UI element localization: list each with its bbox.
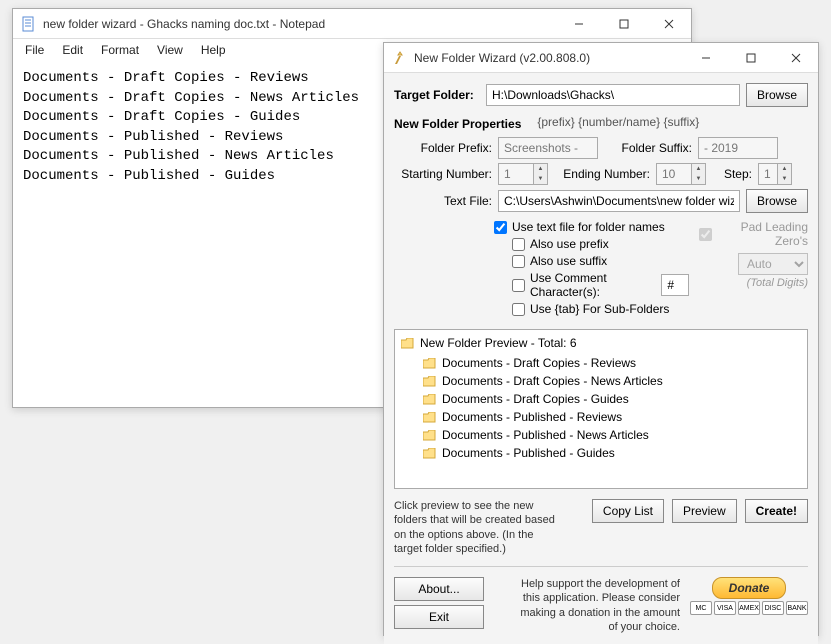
folder-icon <box>423 430 436 441</box>
prefix-label: Folder Prefix: <box>394 141 492 155</box>
preview-item[interactable]: Documents - Draft Copies - Reviews <box>423 354 801 372</box>
cb-pad-zeros-label: Pad Leading Zero's <box>717 220 808 248</box>
folder-icon <box>423 394 436 405</box>
folder-icon <box>423 376 436 387</box>
preview-box: New Folder Preview - Total: 6 Documents … <box>394 329 808 489</box>
wizard-icon <box>392 50 408 66</box>
preview-item-label: Documents - Draft Copies - Guides <box>442 392 629 406</box>
cb-use-textfile[interactable] <box>494 221 507 234</box>
card-icon: DISC <box>762 601 784 615</box>
about-button[interactable]: About... <box>394 577 484 601</box>
card-icon: MC <box>690 601 712 615</box>
card-icon: VISA <box>714 601 736 615</box>
cb-also-suffix-label: Also use suffix <box>530 254 607 268</box>
preview-button[interactable]: Preview <box>672 499 737 523</box>
target-folder-input[interactable] <box>486 84 740 106</box>
folder-icon <box>423 358 436 369</box>
textfile-label: Text File: <box>394 194 492 208</box>
exit-button[interactable]: Exit <box>394 605 484 629</box>
cb-tab-subfolders-label: Use {tab} For Sub-Folders <box>530 302 669 316</box>
minimize-button[interactable] <box>683 43 728 73</box>
wizard-title: New Folder Wizard (v2.00.808.0) <box>414 51 683 65</box>
preview-item-label: Documents - Published - Guides <box>442 446 615 460</box>
close-button[interactable] <box>773 43 818 73</box>
payment-cards: MCVISAAMEXDISCBANK <box>690 601 808 615</box>
preview-item[interactable]: Documents - Published - Guides <box>423 444 801 462</box>
card-icon: AMEX <box>738 601 760 615</box>
browse-textfile-button[interactable]: Browse <box>746 189 808 213</box>
properties-hint: {prefix} {number/name} {suffix} <box>537 115 699 129</box>
textfile-input[interactable] <box>498 190 740 212</box>
donate-help-text: Help support the development of this app… <box>510 577 680 634</box>
preview-item-label: Documents - Draft Copies - Reviews <box>442 356 636 370</box>
step-label: Step: <box>718 167 752 181</box>
folder-icon <box>423 412 436 423</box>
menu-view[interactable]: View <box>149 41 191 59</box>
spinner-icon[interactable]: ▲▼ <box>691 164 705 184</box>
preview-item[interactable]: Documents - Published - News Articles <box>423 426 801 444</box>
preview-item-label: Documents - Draft Copies - News Articles <box>442 374 663 388</box>
cb-also-prefix-label: Also use prefix <box>530 237 609 251</box>
preview-header-text: New Folder Preview - Total: 6 <box>420 336 577 350</box>
cb-tab-subfolders[interactable] <box>512 303 525 316</box>
notepad-icon <box>21 16 37 32</box>
cb-also-prefix[interactable] <box>512 238 525 251</box>
suffix-label: Folder Suffix: <box>612 141 692 155</box>
browse-target-button[interactable]: Browse <box>746 83 808 107</box>
cb-comment-char[interactable] <box>512 279 525 292</box>
preview-item[interactable]: Documents - Published - Reviews <box>423 408 801 426</box>
preview-item[interactable]: Documents - Draft Copies - Guides <box>423 390 801 408</box>
menu-format[interactable]: Format <box>93 41 147 59</box>
menu-edit[interactable]: Edit <box>54 41 91 59</box>
folder-icon <box>423 448 436 459</box>
preview-help-text: Click preview to see the new folders tha… <box>394 499 564 556</box>
preview-item-label: Documents - Published - Reviews <box>442 410 622 424</box>
properties-title: New Folder Properties <box>394 117 521 131</box>
notepad-title: new folder wizard - Ghacks naming doc.tx… <box>43 17 556 31</box>
card-icon: BANK <box>786 601 808 615</box>
end-num-label: Ending Number: <box>560 167 650 181</box>
close-button[interactable] <box>646 9 691 39</box>
total-digits-label: (Total Digits) <box>699 277 808 289</box>
start-num-label: Starting Number: <box>394 167 492 181</box>
comment-char-input[interactable] <box>661 274 689 296</box>
create-button[interactable]: Create! <box>745 499 808 523</box>
cb-pad-zeros <box>699 228 712 241</box>
maximize-button[interactable] <box>601 9 646 39</box>
folder-icon <box>401 338 414 349</box>
maximize-button[interactable] <box>728 43 773 73</box>
preview-item-label: Documents - Published - News Articles <box>442 428 649 442</box>
menu-help[interactable]: Help <box>193 41 234 59</box>
preview-item[interactable]: Documents - Draft Copies - News Articles <box>423 372 801 390</box>
spinner-icon[interactable]: ▲▼ <box>777 164 791 184</box>
auto-select: Auto <box>738 253 808 275</box>
cb-use-textfile-label: Use text file for folder names <box>512 220 665 234</box>
target-folder-label: Target Folder: <box>394 88 480 102</box>
notepad-titlebar: new folder wizard - Ghacks naming doc.tx… <box>13 9 691 39</box>
menu-file[interactable]: File <box>17 41 52 59</box>
prefix-input[interactable] <box>498 137 598 159</box>
cb-comment-char-label: Use Comment Character(s): <box>530 271 656 299</box>
donate-button[interactable]: Donate <box>712 577 787 599</box>
suffix-input[interactable] <box>698 137 778 159</box>
copy-list-button[interactable]: Copy List <box>592 499 664 523</box>
minimize-button[interactable] <box>556 9 601 39</box>
spinner-icon[interactable]: ▲▼ <box>533 164 547 184</box>
cb-also-suffix[interactable] <box>512 255 525 268</box>
wizard-titlebar: New Folder Wizard (v2.00.808.0) <box>384 43 818 73</box>
